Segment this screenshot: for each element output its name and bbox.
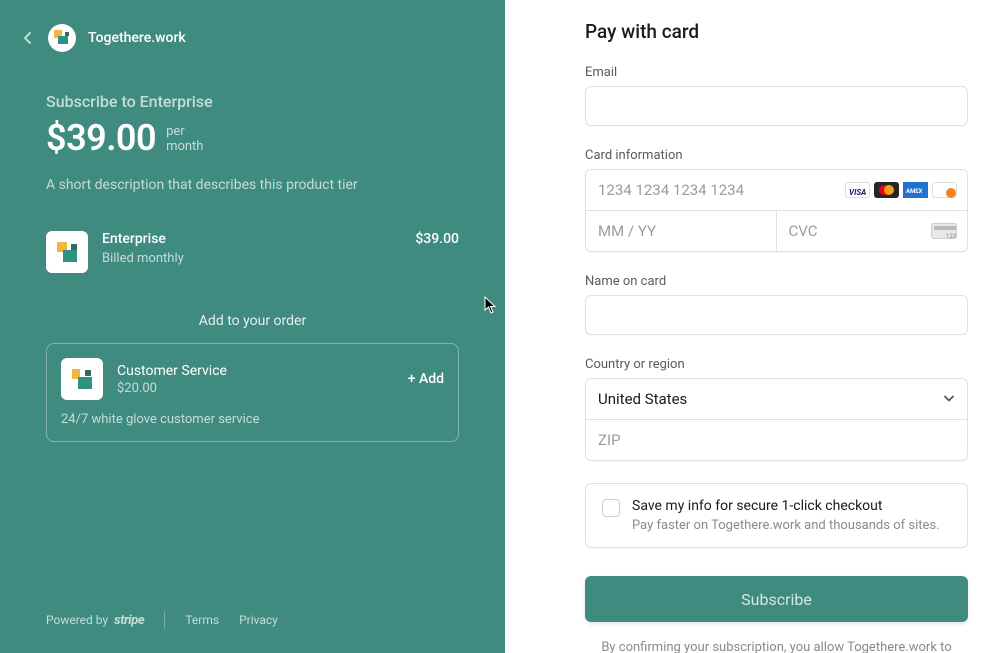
plan-description: A short description that describes this … bbox=[46, 177, 459, 193]
amex-icon: AMEX bbox=[903, 182, 928, 198]
card-expiry-input[interactable] bbox=[586, 211, 776, 251]
visa-icon: VISA bbox=[845, 182, 870, 198]
country-label: Country or region bbox=[585, 357, 968, 372]
addon-description: 24/7 white glove customer service bbox=[61, 412, 444, 427]
addon-card: Customer Service $20.00 + Add 24/7 white… bbox=[46, 343, 459, 442]
payment-heading: Pay with card bbox=[585, 20, 968, 43]
price-row: $39.00 per month bbox=[46, 117, 459, 159]
addon-icon bbox=[61, 358, 103, 400]
brand-row: Togethere.work bbox=[20, 24, 459, 52]
addon-price: $20.00 bbox=[117, 381, 408, 396]
svg-text:123: 123 bbox=[946, 233, 956, 240]
save-info-sub: Pay faster on Togethere.work and thousan… bbox=[632, 518, 940, 533]
svg-text:AMEX: AMEX bbox=[906, 188, 923, 195]
name-label: Name on card bbox=[585, 274, 968, 289]
save-info-card: Save my info for secure 1-click checkout… bbox=[585, 483, 968, 548]
card-info-group: VISA AMEX 123 bbox=[585, 169, 968, 252]
plan-price: $39.00 bbox=[46, 117, 156, 159]
addon-heading: Add to your order bbox=[46, 313, 459, 329]
brand-name: Togethere.work bbox=[88, 30, 186, 46]
terms-link[interactable]: Terms bbox=[185, 613, 219, 627]
country-group: United States bbox=[585, 378, 968, 461]
cvc-card-icon: 123 bbox=[931, 223, 957, 239]
chevron-down-icon bbox=[943, 390, 955, 409]
plan-subtitle: Subscribe to Enterprise bbox=[46, 92, 459, 111]
plan-period: per month bbox=[166, 124, 203, 159]
svg-text:VISA: VISA bbox=[849, 188, 866, 197]
line-item: Enterprise Billed monthly $39.00 bbox=[46, 231, 459, 273]
zip-input[interactable] bbox=[586, 420, 967, 460]
powered-by-label: Powered by bbox=[46, 613, 108, 627]
mastercard-icon bbox=[874, 182, 899, 198]
payment-panel: Pay with card Email Card information VIS… bbox=[505, 0, 998, 653]
subscribe-button[interactable]: Subscribe bbox=[585, 576, 968, 622]
email-label: Email bbox=[585, 65, 968, 80]
country-selected-value: United States bbox=[586, 379, 967, 419]
order-summary-panel: Togethere.work Subscribe to Enterprise $… bbox=[0, 0, 505, 653]
footer-divider bbox=[164, 611, 165, 629]
per-label: per bbox=[166, 124, 203, 140]
country-select[interactable]: United States bbox=[586, 379, 967, 420]
email-input[interactable] bbox=[585, 86, 968, 126]
period-unit: month bbox=[166, 139, 203, 155]
brand-logo-icon bbox=[48, 24, 76, 52]
addon-name: Customer Service bbox=[117, 363, 408, 379]
line-item-name: Enterprise bbox=[102, 231, 415, 247]
save-info-checkbox[interactable] bbox=[602, 499, 620, 517]
card-info-label: Card information bbox=[585, 148, 968, 163]
save-info-title: Save my info for secure 1-click checkout bbox=[632, 498, 940, 514]
payment-disclaimer: By confirming your subscription, you all… bbox=[585, 638, 968, 653]
privacy-link[interactable]: Privacy bbox=[239, 613, 278, 627]
stripe-logo: stripe bbox=[114, 613, 144, 628]
line-item-price: $39.00 bbox=[415, 231, 459, 247]
line-item-sub: Billed monthly bbox=[102, 251, 415, 266]
add-addon-button[interactable]: + Add bbox=[408, 371, 444, 387]
back-arrow-icon[interactable] bbox=[20, 30, 36, 46]
card-brand-icons: VISA AMEX bbox=[845, 182, 957, 198]
discover-icon bbox=[932, 182, 957, 198]
product-icon bbox=[46, 231, 88, 273]
footer: Powered by stripe Terms Privacy bbox=[46, 581, 459, 629]
name-on-card-input[interactable] bbox=[585, 295, 968, 335]
